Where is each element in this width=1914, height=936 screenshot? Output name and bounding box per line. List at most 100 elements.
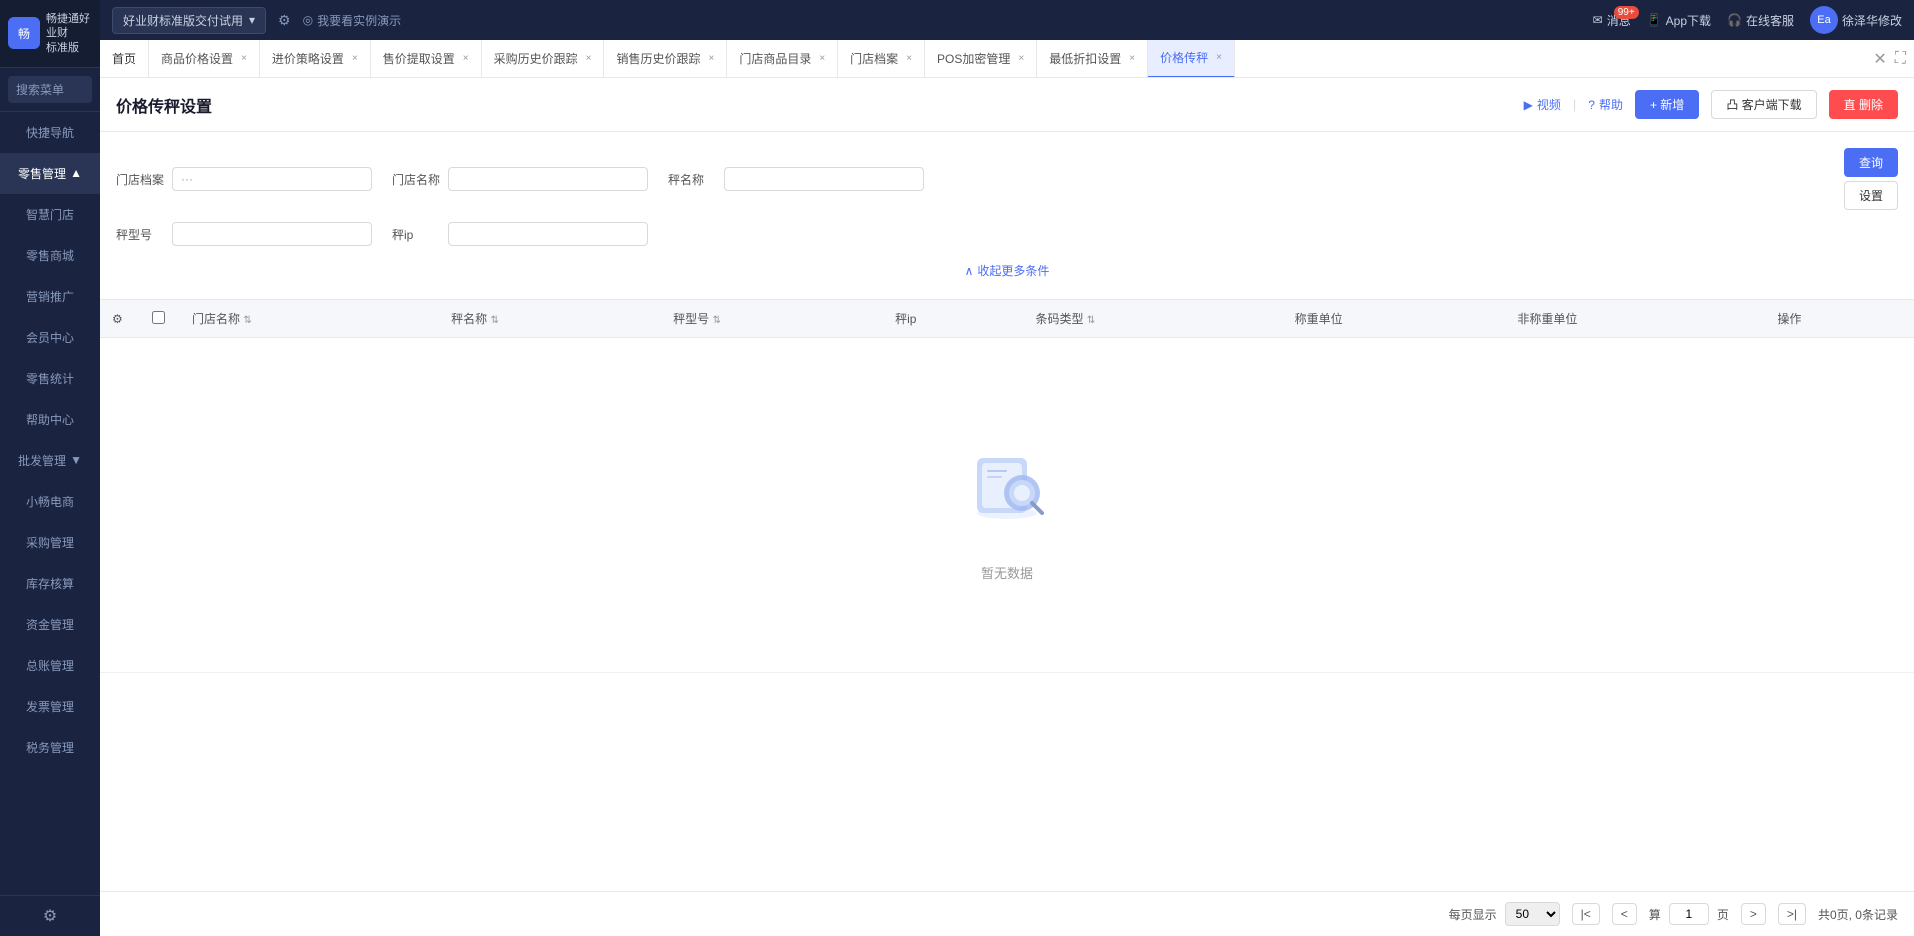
chevron-down-icon: ▾ <box>249 13 255 27</box>
page-size-select[interactable]: 102050100 <box>1505 902 1560 926</box>
tab-sale-pickup-close[interactable]: × <box>463 53 469 64</box>
message-icon: ✉ <box>1593 13 1603 27</box>
data-table: ⚙ 门店名称 ⇅ 秤名称 ⇅ <box>100 300 1914 673</box>
collapse-button[interactable]: ∧ 收起更多条件 <box>965 262 1050 279</box>
tab-price-settings[interactable]: 商品价格设置 × <box>149 40 260 78</box>
store-profile-selector[interactable]: ··· <box>172 167 372 191</box>
sidebar-item-retail-stats[interactable]: 零售统计 <box>0 358 100 399</box>
wholesale-arrow: ▼ <box>70 453 82 467</box>
help-label: 帮助 <box>1599 96 1623 113</box>
th-barcode-type-label: 条码类型 <box>1035 312 1083 326</box>
sidebar-item-ecommerce[interactable]: 小畅电商 <box>0 481 100 522</box>
tab-pos-management[interactable]: POS加密管理 × <box>925 40 1037 78</box>
next-page-btn[interactable]: > <box>1741 903 1766 925</box>
sidebar-item-smart-store[interactable]: 智慧门店 <box>0 194 100 235</box>
tab-min-discount[interactable]: 最低折扣设置 × <box>1037 40 1148 78</box>
delete-button[interactable]: 直 删除 <box>1829 90 1898 119</box>
sidebar-item-finance[interactable]: 资金管理 <box>0 604 100 645</box>
tab-store-profile-label: 门店档案 <box>850 50 898 67</box>
tab-purchase-strategy-close[interactable]: × <box>352 53 358 64</box>
tab-store-catalog[interactable]: 门店商品目录 × <box>727 40 838 78</box>
sidebar-item-wholesale[interactable]: 批发管理 ▼ <box>0 440 100 481</box>
maximize-icon[interactable]: ⛶ <box>1895 50 1906 68</box>
form-row-2: 秤型号 秤ip <box>116 222 1898 246</box>
message-btn[interactable]: ✉ 消息 99+ <box>1593 12 1631 29</box>
video-link[interactable]: ▶ 视频 <box>1524 96 1561 113</box>
page-title: 价格传秤设置 <box>116 93 212 117</box>
help-link[interactable]: ? 帮助 <box>1588 96 1623 113</box>
sidebar-item-general-ledger[interactable]: 总账管理 <box>0 645 100 686</box>
close-tab-icon[interactable]: ✕ <box>1873 49 1886 69</box>
scale-ip-input[interactable] <box>448 222 648 246</box>
store-name-field: 门店名称 <box>392 167 648 191</box>
sort-store-name-icon[interactable]: ⇅ <box>243 315 251 326</box>
sort-scale-name-icon[interactable]: ⇅ <box>491 315 499 326</box>
store-name-input[interactable] <box>448 167 648 191</box>
version-text: 好业财标准版交付试用 <box>123 12 243 29</box>
tab-purchase-strategy[interactable]: 进价策略设置 × <box>260 40 371 78</box>
first-page-btn[interactable]: |< <box>1572 903 1600 925</box>
sidebar-item-help[interactable]: 帮助中心 <box>0 399 100 440</box>
tab-price-scale-close[interactable]: × <box>1216 52 1222 63</box>
tab-home[interactable]: 首页 <box>100 40 149 78</box>
tab-sale-history[interactable]: 销售历史价跟踪 × <box>604 40 727 78</box>
tab-sale-pickup[interactable]: 售价提取设置 × <box>371 40 482 78</box>
ecommerce-label: 小畅电商 <box>26 493 74 510</box>
last-page-btn[interactable]: >| <box>1778 903 1806 925</box>
store-profile-field: 门店档案 ··· <box>116 167 372 191</box>
empty-icon <box>957 428 1057 547</box>
th-settings[interactable]: ⚙ <box>100 300 140 338</box>
tabbar-controls: ✕ ⛶ <box>1865 49 1914 69</box>
tab-sale-history-close[interactable]: × <box>708 53 714 64</box>
scale-name-input[interactable] <box>724 167 924 191</box>
tab-store-profile-close[interactable]: × <box>906 53 912 64</box>
sidebar-item-member[interactable]: 会员中心 <box>0 317 100 358</box>
tab-pos-management-close[interactable]: × <box>1018 53 1024 64</box>
topbar-settings-icon[interactable]: ⚙ <box>278 12 291 29</box>
th-scale-name: 秤名称 ⇅ <box>439 300 661 338</box>
smart-store-label: 智慧门店 <box>26 206 74 223</box>
select-all-checkbox[interactable] <box>152 311 165 324</box>
sidebar-item-tax[interactable]: 税务管理 <box>0 727 100 768</box>
sidebar-item-marketing[interactable]: 营销推广 <box>0 276 100 317</box>
tab-price-settings-close[interactable]: × <box>241 53 247 64</box>
tab-purchase-history-close[interactable]: × <box>586 53 592 64</box>
page-header-actions: ▶ 视频 | ? 帮助 + 新增 凸 客户端下载 直 删除 <box>1524 90 1898 119</box>
sort-barcode-type-icon[interactable]: ⇅ <box>1087 315 1095 326</box>
settings-icon[interactable]: ⚙ <box>43 908 57 925</box>
prev-page-btn[interactable]: < <box>1612 903 1637 925</box>
tab-price-scale[interactable]: 价格传秤 × <box>1148 40 1235 78</box>
tab-store-profile[interactable]: 门店档案 × <box>838 40 925 78</box>
sidebar-item-inventory[interactable]: 库存核算 <box>0 563 100 604</box>
sort-scale-model-icon[interactable]: ⇅ <box>713 315 721 326</box>
sidebar-item-retail[interactable]: 零售管理 ▲ <box>0 153 100 194</box>
page-input[interactable] <box>1669 903 1709 925</box>
tab-price-scale-label: 价格传秤 <box>1160 49 1208 66</box>
app-download-btn[interactable]: 📱 App下载 <box>1647 12 1711 29</box>
tab-purchase-history[interactable]: 采购历史价跟踪 × <box>482 40 605 78</box>
th-checkbox[interactable] <box>140 300 180 338</box>
video-label: 视频 <box>1537 96 1561 113</box>
th-barcode-type: 条码类型 ⇅ <box>1023 300 1282 338</box>
export-button[interactable]: 凸 客户端下载 <box>1711 90 1816 119</box>
search-menu-button[interactable]: 搜索菜单 <box>8 76 92 103</box>
tab-purchase-history-label: 采购历史价跟踪 <box>494 50 578 67</box>
sidebar-item-purchase[interactable]: 采购管理 <box>0 522 100 563</box>
sidebar-quick-nav[interactable]: 快捷导航 <box>0 112 100 153</box>
sidebar-bottom: ⚙ <box>0 895 100 936</box>
sidebar-item-online-store[interactable]: 零售商城 <box>0 235 100 276</box>
th-operation: 操作 <box>1765 300 1914 338</box>
search-form: 门店档案 ··· 门店名称 秤名称 查询 <box>100 132 1914 300</box>
th-store-name-label: 门店名称 <box>192 312 240 326</box>
sidebar-item-invoice[interactable]: 发票管理 <box>0 686 100 727</box>
online-service-btn[interactable]: 🎧 在线客服 <box>1727 12 1794 29</box>
add-button[interactable]: + 新增 <box>1635 90 1699 119</box>
search-button[interactable]: 查询 <box>1844 148 1898 177</box>
demo-btn[interactable]: ◎ 我要看实例演示 <box>303 12 402 29</box>
scale-model-input[interactable] <box>172 222 372 246</box>
setup-button[interactable]: 设置 <box>1844 181 1898 210</box>
version-selector[interactable]: 好业财标准版交付试用 ▾ <box>112 7 266 34</box>
tab-store-catalog-close[interactable]: × <box>819 53 825 64</box>
user-menu[interactable]: Ea 徐泽华修改 <box>1810 6 1902 34</box>
tab-min-discount-close[interactable]: × <box>1129 53 1135 64</box>
